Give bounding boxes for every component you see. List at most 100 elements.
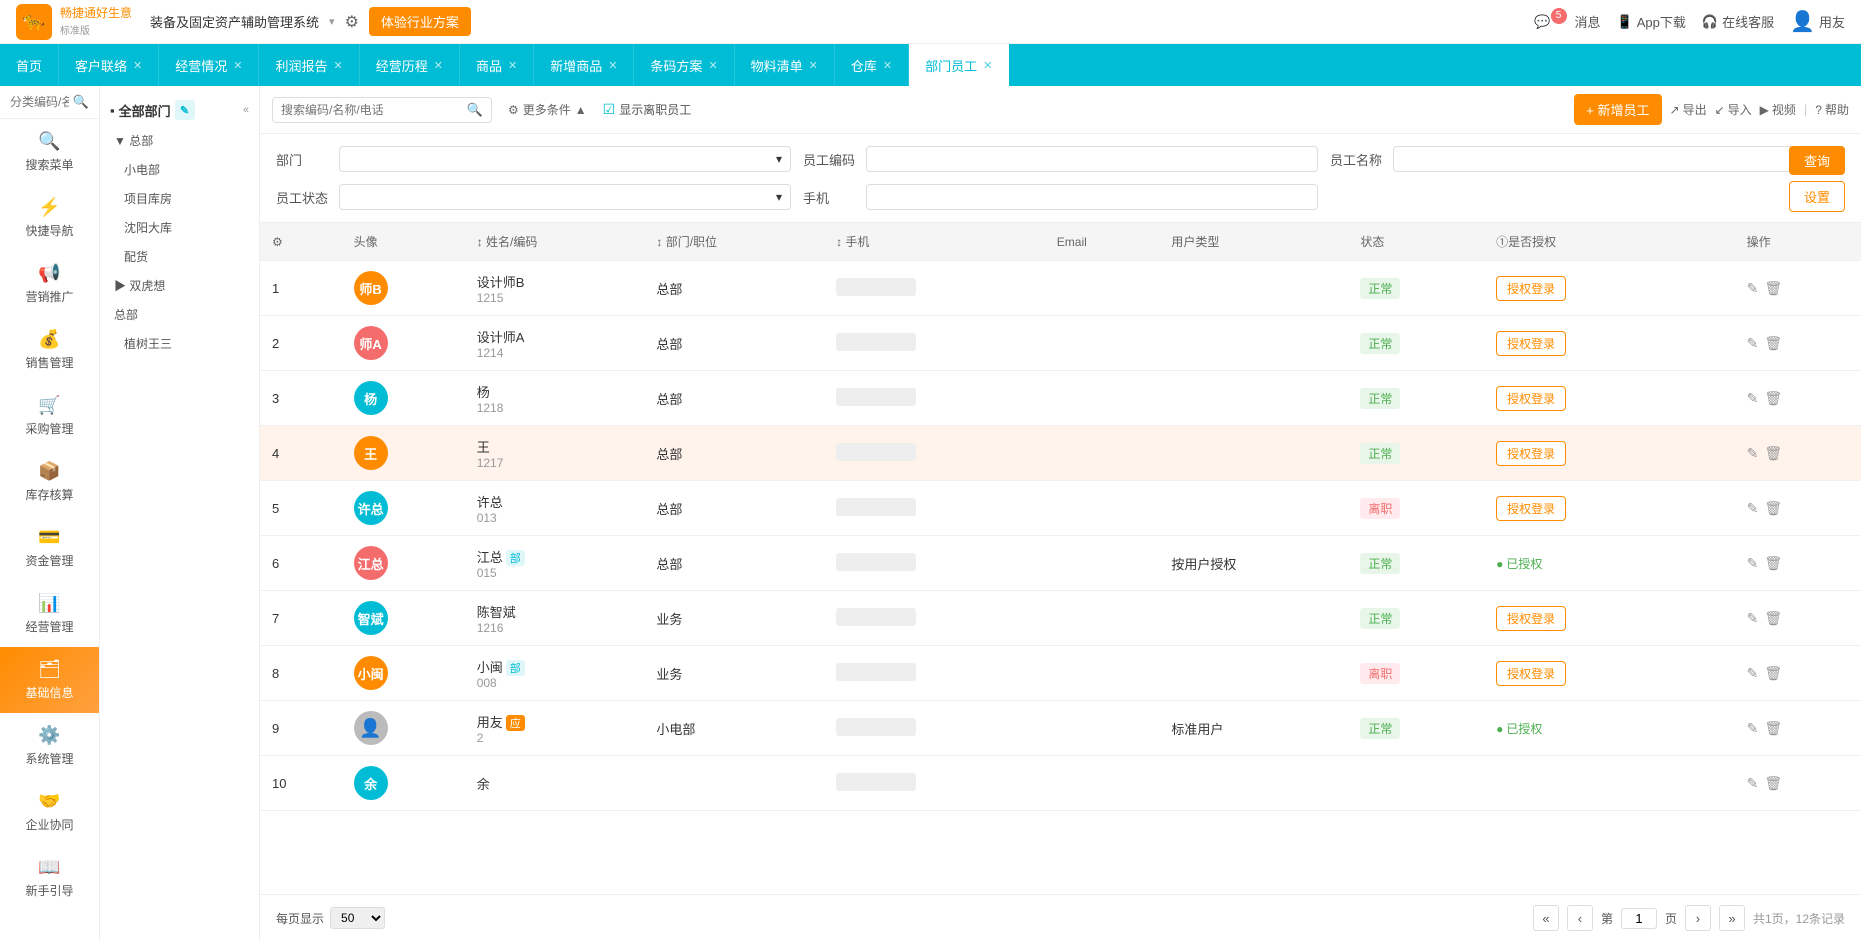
message-button[interactable]: 💬 5 消息: [1534, 12, 1600, 31]
dept-item-project-warehouse[interactable]: 项目库房: [100, 184, 259, 213]
dept-item-electronics[interactable]: 小电部: [100, 155, 259, 184]
sidebar-item-search[interactable]: 🔍 搜索菜单: [0, 119, 99, 185]
emp-name-filter-input[interactable]: [1393, 146, 1845, 172]
sidebar-search-input[interactable]: [10, 95, 69, 109]
delete-button[interactable]: 🗑: [1764, 445, 1782, 462]
edit-button[interactable]: ✎: [1747, 720, 1759, 737]
close-icon[interactable]: ✕: [334, 59, 343, 72]
emp-status-filter-select[interactable]: ▾: [339, 184, 791, 210]
system-title-chevron-icon[interactable]: ▾: [329, 15, 335, 28]
nav-tab-warehouse[interactable]: 仓库✕: [835, 44, 909, 86]
delete-button[interactable]: 🗑: [1764, 280, 1782, 297]
dept-item-distribution[interactable]: 配货: [100, 242, 259, 271]
last-page-button[interactable]: »: [1719, 905, 1745, 931]
close-icon[interactable]: ✕: [508, 59, 517, 72]
sidebar-item-sales[interactable]: 💰 销售管理: [0, 317, 99, 383]
auth-button[interactable]: 授权登录: [1496, 331, 1566, 356]
nav-tab-operations[interactable]: 经营情况✕: [159, 44, 259, 86]
close-icon[interactable]: ✕: [233, 59, 242, 72]
dept-item-shenyang[interactable]: 沈阳大库: [100, 213, 259, 242]
nav-tab-employees[interactable]: 部门员工✕: [909, 44, 1009, 86]
nav-tab-profit[interactable]: 利润报告✕: [259, 44, 359, 86]
filter-button[interactable]: ⚙ 更多条件 ▲: [500, 97, 595, 122]
close-icon[interactable]: ✕: [708, 59, 717, 72]
sidebar-search-icon[interactable]: 🔍: [73, 94, 89, 110]
nav-tab-history[interactable]: 经营历程✕: [360, 44, 460, 86]
edit-button[interactable]: ✎: [1747, 445, 1759, 462]
dept-collapse-icon[interactable]: «: [243, 104, 249, 116]
sidebar-item-system[interactable]: ⚙️ 系统管理: [0, 713, 99, 779]
edit-button[interactable]: ✎: [1747, 610, 1759, 627]
delete-button[interactable]: 🗑: [1764, 390, 1782, 407]
auth-button[interactable]: 授权登录: [1496, 386, 1566, 411]
edit-button[interactable]: ✎: [1747, 280, 1759, 297]
sidebar-item-quicknav[interactable]: ⚡ 快捷导航: [0, 185, 99, 251]
auth-button[interactable]: 授权登录: [1496, 606, 1566, 631]
col-settings[interactable]: ⚙: [260, 223, 342, 261]
edit-button[interactable]: ✎: [1747, 390, 1759, 407]
close-icon[interactable]: ✕: [434, 59, 443, 72]
sidebar-item-finance[interactable]: 💳 资金管理: [0, 515, 99, 581]
settings-icon[interactable]: ⚙: [345, 12, 359, 32]
dept-item-general[interactable]: ▼ 总部: [100, 126, 259, 155]
close-icon[interactable]: ✕: [608, 59, 617, 72]
trial-button[interactable]: 体验行业方案: [369, 7, 471, 36]
import-button[interactable]: ↙ 导入: [1715, 101, 1752, 118]
sidebar-item-guide[interactable]: 📖 新手引导: [0, 845, 99, 911]
edit-button[interactable]: ✎: [1747, 555, 1759, 572]
export-button[interactable]: ↗ 导出: [1670, 101, 1707, 118]
delete-button[interactable]: 🗑: [1764, 555, 1782, 572]
video-button[interactable]: ▶ 视频: [1760, 101, 1796, 118]
page-input[interactable]: [1621, 908, 1657, 929]
nav-tab-new-goods[interactable]: 新增商品✕: [534, 44, 634, 86]
close-icon[interactable]: ✕: [983, 59, 992, 72]
sidebar-item-purchase[interactable]: 🛒 采购管理: [0, 383, 99, 449]
delete-button[interactable]: 🗑: [1764, 610, 1782, 627]
user-menu-button[interactable]: 👤 用友: [1790, 9, 1845, 34]
close-icon[interactable]: ✕: [883, 59, 892, 72]
col-name-code[interactable]: ↕ 姓名/编码: [465, 223, 645, 261]
dept-edit-icon[interactable]: ✎: [175, 100, 195, 120]
nav-tab-bom[interactable]: 物料清单✕: [735, 44, 835, 86]
sidebar-item-marketing[interactable]: 📢 营销推广: [0, 251, 99, 317]
auth-button[interactable]: 授权登录: [1496, 496, 1566, 521]
edit-button[interactable]: ✎: [1747, 665, 1759, 682]
delete-button[interactable]: 🗑: [1764, 500, 1782, 517]
dept-item-shuanghu[interactable]: ▶ 双虎想: [100, 271, 259, 300]
dept-filter-select[interactable]: ▾: [339, 146, 791, 172]
sidebar-item-inventory[interactable]: 📦 库存核算: [0, 449, 99, 515]
col-dept-pos[interactable]: ↕ 部门/职位: [644, 223, 824, 261]
phone-filter-input[interactable]: [866, 184, 1318, 210]
dept-item-planting[interactable]: 植树王三: [100, 329, 259, 358]
online-service-button[interactable]: 🎧 在线客服: [1702, 12, 1774, 31]
edit-button[interactable]: ✎: [1747, 775, 1759, 792]
auth-button[interactable]: 授权登录: [1496, 661, 1566, 686]
sidebar-item-basic-info[interactable]: 🗂 基础信息: [0, 647, 99, 713]
col-phone[interactable]: ↕ 手机: [824, 223, 1045, 261]
edit-button[interactable]: ✎: [1747, 335, 1759, 352]
nav-tab-goods[interactable]: 商品✕: [460, 44, 534, 86]
close-icon[interactable]: ✕: [809, 59, 818, 72]
first-page-button[interactable]: «: [1533, 905, 1559, 931]
prev-page-button[interactable]: ‹: [1567, 905, 1593, 931]
delete-button[interactable]: 🗑: [1764, 665, 1782, 682]
help-button[interactable]: ? 帮助: [1815, 101, 1849, 118]
nav-tab-home[interactable]: 首页: [0, 44, 59, 86]
edit-button[interactable]: ✎: [1747, 500, 1759, 517]
delete-button[interactable]: 🗑: [1764, 775, 1782, 792]
show-resigned-toggle[interactable]: ☑ 显示离职员工: [603, 101, 692, 118]
query-button[interactable]: 查询: [1789, 146, 1845, 175]
app-download-button[interactable]: 📱 App下载: [1617, 12, 1686, 31]
sidebar-item-collab[interactable]: 🤝 企业协同: [0, 779, 99, 845]
reset-button[interactable]: 设置: [1789, 181, 1845, 212]
delete-button[interactable]: 🗑: [1764, 720, 1782, 737]
sidebar-item-operations[interactable]: 📊 经营管理: [0, 581, 99, 647]
auth-button[interactable]: 授权登录: [1496, 441, 1566, 466]
delete-button[interactable]: 🗑: [1764, 335, 1782, 352]
add-employee-button[interactable]: + 新增员工: [1574, 94, 1661, 125]
close-icon[interactable]: ✕: [133, 59, 142, 72]
nav-tab-customer[interactable]: 客户联络✕: [59, 44, 159, 86]
next-page-button[interactable]: ›: [1685, 905, 1711, 931]
search-input[interactable]: [281, 103, 463, 117]
nav-tab-barcode[interactable]: 条码方案✕: [634, 44, 734, 86]
